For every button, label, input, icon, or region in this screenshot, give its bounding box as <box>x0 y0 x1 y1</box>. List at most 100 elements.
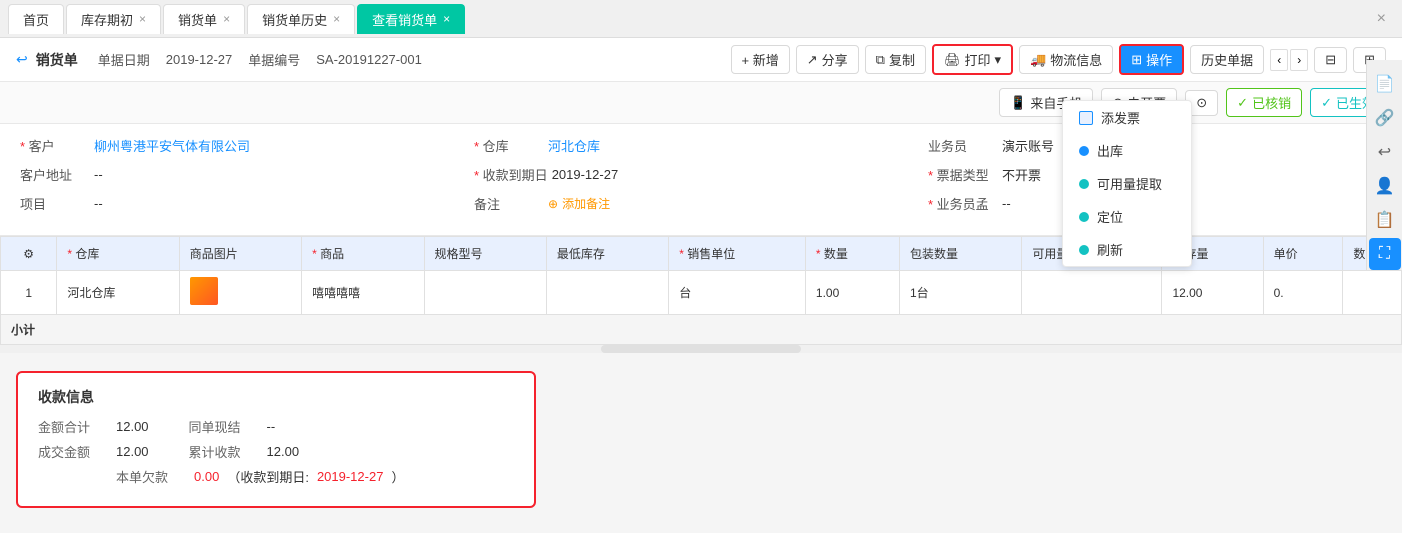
customer-label: 客户 <box>20 136 90 155</box>
warehouse-field: 仓库 河北仓库 <box>474 136 928 155</box>
dropdown-outbound-label: 出库 <box>1097 141 1123 160</box>
owed-item: 本单欠款 0.00 （收款到期日: 2019-12-27 ） <box>38 467 404 486</box>
row-product: 嘻嘻嘻嘻 <box>302 271 424 315</box>
bill-type-value: 不开票 <box>1002 165 1041 184</box>
tab-view-sales[interactable]: 查看销货单 × <box>357 4 465 34</box>
sidebar-clipboard-icon[interactable]: 📋 <box>1369 204 1401 236</box>
row-image <box>179 271 301 315</box>
address-label: 客户地址 <box>20 165 90 184</box>
sold-out-label: 已核销 <box>1252 93 1291 112</box>
tab-history-close[interactable]: × <box>333 12 340 26</box>
tab-view-sales-close[interactable]: × <box>443 12 450 26</box>
sidebar-link-icon[interactable]: 🔗 <box>1369 102 1401 134</box>
col-pack-qty: 包装数量 <box>899 237 1021 271</box>
outbound-icon <box>1079 146 1089 156</box>
dropdown-item-invoice[interactable]: 添发票 <box>1063 101 1191 134</box>
dropdown-item-refresh[interactable]: 刷新 <box>1063 233 1191 266</box>
tab-bar: 首页 库存期初 × 销货单 × 销货单历史 × 查看销货单 × × <box>0 0 1402 38</box>
logistics-button[interactable]: 🚚 物流信息 <box>1019 45 1113 74</box>
subtotal-label: 小计 <box>1 315 1402 345</box>
row-warehouse: 河北仓库 <box>57 271 179 315</box>
tab-sales-close[interactable]: × <box>223 12 230 26</box>
customer-value[interactable]: 柳州粤港平安气体有限公司 <box>94 136 250 155</box>
copy-button[interactable]: ⧉ 复制 <box>865 45 926 74</box>
prev-arrow[interactable]: ‹ <box>1270 49 1288 71</box>
add-remark-button[interactable]: ⊕ 添加备注 <box>544 195 614 212</box>
col-settings[interactable]: ⚙ <box>1 237 57 271</box>
tab-inventory-close[interactable]: × <box>139 12 146 26</box>
doc-date-label: 单据日期 <box>98 50 150 69</box>
tab-history[interactable]: 销货单历史 × <box>247 4 355 34</box>
doc-type-icon: ↩ <box>16 51 28 68</box>
row-index: 1 <box>1 271 57 315</box>
col-product: 商品 <box>302 237 424 271</box>
deal-label: 成交金额 <box>38 442 108 461</box>
row-available <box>1022 271 1162 315</box>
sidebar-user-icon[interactable]: 👤 <box>1369 170 1401 202</box>
due-date-label: 收款到期日 <box>474 165 548 184</box>
window-close-button[interactable]: × <box>1369 10 1394 27</box>
col-spec: 规格型号 <box>424 237 546 271</box>
same-order-value: -- <box>267 419 276 434</box>
nav-arrows: ‹ › <box>1270 49 1308 71</box>
logistics-icon: 🚚 <box>1030 52 1046 68</box>
sidebar-expand-icon[interactable]: ⛶ <box>1369 238 1401 270</box>
new-button[interactable]: + 新增 <box>731 45 790 74</box>
new-button-label: + 新增 <box>742 50 779 69</box>
tab-inventory-label: 库存期初 <box>81 10 133 29</box>
staff-value: 演示账号 <box>1002 136 1054 155</box>
project-value: -- <box>94 196 103 211</box>
history-button[interactable]: 历史单据 <box>1190 45 1264 74</box>
cumulative-item: 累计收款 12.00 <box>189 442 300 461</box>
due-date-field: 收款到期日 2019-12-27 <box>474 165 928 184</box>
print-button[interactable]: 🖨 打印 ▾ <box>932 44 1013 75</box>
warehouse-value[interactable]: 河北仓库 <box>548 136 600 155</box>
deal-item: 成交金额 12.00 <box>38 442 149 461</box>
sidebar-return-icon[interactable]: ↩ <box>1369 136 1401 168</box>
print-dropdown-icon: ▾ <box>995 52 1002 68</box>
payment-row-3: 本单欠款 0.00 （收款到期日: 2019-12-27 ） <box>38 467 514 486</box>
dropdown-refresh-label: 刷新 <box>1097 240 1123 259</box>
table-scrollbar[interactable] <box>0 345 1402 353</box>
payment-info-box: 收款信息 金额合计 12.00 同单现结 -- 成交金额 12.00 累计收款 <box>16 371 536 508</box>
effective-icon: ✓ <box>1321 95 1332 111</box>
operations-dropdown: 添发票 出库 可用量提取 定位 刷新 <box>1062 100 1192 267</box>
sales-label: 业务员孟 <box>928 194 998 213</box>
tab-inventory[interactable]: 库存期初 × <box>66 4 161 34</box>
operation-button[interactable]: ⊞ 操作 <box>1119 44 1184 75</box>
next-arrow[interactable]: › <box>1290 49 1308 71</box>
sidebar-doc-icon[interactable]: 📄 <box>1369 68 1401 100</box>
share-button[interactable]: ↗ 分享 <box>796 45 859 74</box>
owed-value: 0.00 <box>194 469 219 484</box>
payment-section: 收款信息 金额合计 12.00 同单现结 -- 成交金额 12.00 累计收款 <box>0 353 1402 526</box>
tab-history-label: 销货单历史 <box>262 10 327 29</box>
cumulative-value: 12.00 <box>267 444 300 459</box>
dropdown-item-outbound[interactable]: 出库 <box>1063 134 1191 167</box>
remark-field: 备注 ⊕ 添加备注 <box>474 194 928 213</box>
dropdown-item-available[interactable]: 可用量提取 <box>1063 167 1191 200</box>
payment-row-2: 成交金额 12.00 累计收款 12.00 <box>38 442 514 461</box>
invoice-icon <box>1079 111 1093 125</box>
col-image: 商品图片 <box>179 237 301 271</box>
row-spec <box>424 271 546 315</box>
tab-bar-right: × <box>1369 10 1394 28</box>
amount-item: 金额合计 12.00 <box>38 417 149 436</box>
due-end: ） <box>391 467 404 486</box>
doc-number-label: 单据编号 <box>248 50 300 69</box>
history-button-label: 历史单据 <box>1201 50 1253 69</box>
tab-home[interactable]: 首页 <box>8 4 64 34</box>
col-price: 单价 <box>1263 237 1343 271</box>
tab-view-sales-label: 查看销货单 <box>372 10 437 29</box>
share-button-label: 分享 <box>822 50 848 69</box>
row-amount <box>1343 271 1402 315</box>
tab-sales[interactable]: 销货单 × <box>163 4 245 34</box>
dropdown-item-locate[interactable]: 定位 <box>1063 200 1191 233</box>
grid-view-button[interactable]: ⊟ <box>1314 47 1347 73</box>
right-sidebar: 📄 🔗 ↩ 👤 📋 ⛶ <box>1366 60 1402 270</box>
cumulative-label: 累计收款 <box>189 442 259 461</box>
col-min-stock: 最低库存 <box>546 237 668 271</box>
bill-type-label: 票据类型 <box>928 165 998 184</box>
sold-out-button[interactable]: ✓ 已核销 <box>1226 88 1302 117</box>
copy-button-label: 复制 <box>889 50 915 69</box>
operation-icon: ⊞ <box>1131 52 1142 68</box>
